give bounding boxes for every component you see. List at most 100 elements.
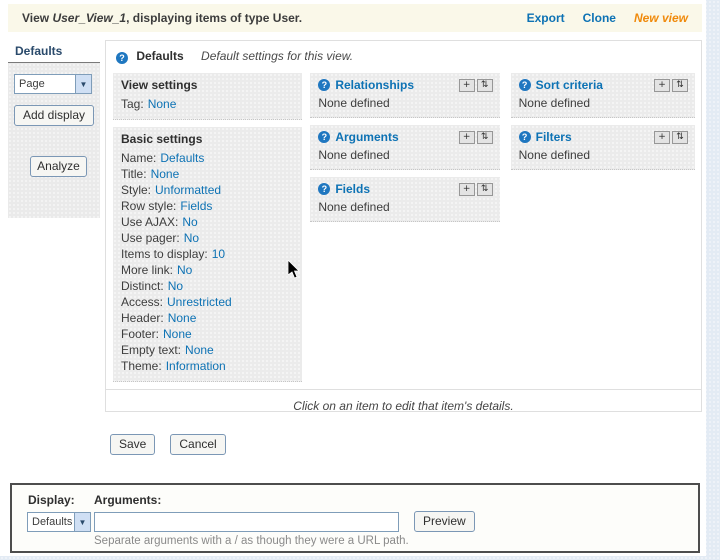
display-header-subtitle: Default settings for this view. xyxy=(201,49,354,63)
setting-label: Access: xyxy=(121,295,164,309)
view-settings-rows: Tag: None xyxy=(121,96,295,112)
add-icon[interactable]: + xyxy=(458,130,475,144)
rearrange-icon[interactable]: ⇅ xyxy=(672,78,688,92)
setting-label: Theme: xyxy=(121,359,162,373)
setting-row: Items to display: 10 xyxy=(121,246,295,262)
setting-label: Footer: xyxy=(121,327,160,341)
setting-label: Use pager: xyxy=(121,231,180,245)
analyze-button[interactable]: Analyze xyxy=(30,156,87,177)
setting-label: Use AJAX: xyxy=(121,215,179,229)
help-icon[interactable]: ? xyxy=(318,131,331,143)
sort-criteria-panel: ? Sort criteria + ⇅ None defined xyxy=(510,73,695,118)
sort-criteria-content: None defined xyxy=(518,96,591,110)
display-settings-box: ? Defaults Default settings for this vie… xyxy=(105,40,702,413)
setting-value-link[interactable]: No xyxy=(168,279,183,293)
filters-link[interactable]: Filters xyxy=(536,130,572,144)
setting-label: Row style: xyxy=(121,199,177,213)
setting-value-link[interactable]: Unrestricted xyxy=(167,295,232,309)
setting-value-link[interactable]: Unformatted xyxy=(155,183,221,197)
setting-value-link[interactable]: 10 xyxy=(212,247,225,261)
view-title: View User_View_1, displaying items of ty… xyxy=(22,11,302,25)
sidebar-panel: Page ▼ Add display Analyze xyxy=(8,63,100,218)
display-header-title: Defaults xyxy=(136,49,184,63)
setting-value-link[interactable]: None xyxy=(185,343,214,357)
add-display-button[interactable]: Add display xyxy=(14,105,94,126)
chevron-down-icon: ▼ xyxy=(74,513,90,531)
setting-row: Distinct: No xyxy=(121,278,295,294)
clone-link[interactable]: Clone xyxy=(583,11,616,25)
new-view-link[interactable]: New view xyxy=(634,11,688,25)
setting-row: Access: Unrestricted xyxy=(121,294,295,310)
basic-settings-panel: Basic settings Name: Defaults Title: None … xyxy=(113,127,303,382)
add-icon[interactable]: + xyxy=(654,78,670,92)
setting-value-link[interactable]: No xyxy=(182,215,197,229)
add-icon[interactable]: + xyxy=(458,78,475,92)
preview-display-select[interactable]: Defaults ▼ xyxy=(27,512,91,532)
sort-criteria-title-row: ? Sort criteria + ⇅ xyxy=(518,78,688,92)
setting-label: Items to display: xyxy=(121,247,208,261)
setting-row: Footer: None xyxy=(121,326,295,342)
save-button[interactable]: Save xyxy=(110,434,156,455)
filters-title-row: ? Filters + ⇅ xyxy=(518,130,688,144)
setting-value-link[interactable]: None xyxy=(163,327,192,341)
help-icon[interactable]: ? xyxy=(318,183,331,195)
setting-row: More link: No xyxy=(121,262,295,278)
setting-label: Title: xyxy=(121,167,147,181)
help-icon[interactable]: ? xyxy=(518,79,531,91)
setting-value-link[interactable]: No xyxy=(184,231,199,245)
fields-title-row: ? Fields + ⇅ xyxy=(318,182,493,196)
rearrange-icon[interactable]: ⇅ xyxy=(672,130,688,144)
setting-value-link[interactable]: None xyxy=(148,97,177,111)
export-link[interactable]: Export xyxy=(527,11,565,25)
arguments-help-text: Separate arguments with a / as though th… xyxy=(94,535,409,547)
setting-value-link[interactable]: Fields xyxy=(180,199,212,213)
settings-column-1: View settings Tag: None Basic settings Na… xyxy=(113,73,303,389)
tab-defaults[interactable]: Defaults xyxy=(8,40,100,63)
view-title-suffix: , displaying items of type User. xyxy=(126,11,303,25)
setting-row: Title: None xyxy=(121,166,295,182)
filters-buttons: + ⇅ xyxy=(654,130,688,144)
topbar-links: Export Clone New view xyxy=(527,11,688,25)
preview-form: Display: Arguments: Defaults ▼ Preview S… xyxy=(10,483,700,553)
setting-label: Empty text: xyxy=(121,343,182,357)
display-sidebar: Defaults Page ▼ Add display Analyze xyxy=(8,40,100,218)
display-header: ? Defaults Default settings for this vie… xyxy=(106,41,701,73)
filters-panel: ? Filters + ⇅ None defined xyxy=(510,125,695,170)
rearrange-icon[interactable]: ⇅ xyxy=(476,78,493,92)
help-icon[interactable]: ? xyxy=(518,131,531,143)
rearrange-icon[interactable]: ⇅ xyxy=(476,130,493,144)
setting-value-link[interactable]: Defaults xyxy=(160,151,204,165)
preview-button[interactable]: Preview xyxy=(414,511,475,532)
view-info-bar: View User_View_1, displaying items of ty… xyxy=(8,4,702,32)
display-type-select[interactable]: Page ▼ xyxy=(14,74,92,94)
setting-row: Tag: None xyxy=(121,96,295,112)
display-label: Display: xyxy=(28,493,75,507)
edit-hint-note: Click on an item to edit that item's det… xyxy=(106,389,701,423)
cancel-button[interactable]: Cancel xyxy=(170,434,226,455)
sort-criteria-link[interactable]: Sort criteria xyxy=(536,78,603,92)
arguments-link[interactable]: Arguments xyxy=(335,130,398,144)
view-settings-panel: View settings Tag: None xyxy=(113,73,303,120)
setting-value-link[interactable]: None xyxy=(168,311,197,325)
setting-label: Style: xyxy=(121,183,152,197)
setting-row: Theme: Information xyxy=(121,358,295,374)
preview-display-select-value: Defaults xyxy=(32,516,73,528)
arguments-input[interactable] xyxy=(94,512,399,532)
rearrange-icon[interactable]: ⇅ xyxy=(476,182,493,196)
setting-value-link[interactable]: No xyxy=(177,263,192,277)
help-icon[interactable]: ? xyxy=(318,79,331,91)
add-icon[interactable]: + xyxy=(458,182,475,196)
setting-row: Row style: Fields xyxy=(121,198,295,214)
setting-label: Distinct: xyxy=(121,279,164,293)
arguments-label: Arguments: xyxy=(94,493,162,507)
relationships-panel: ? Relationships + ⇅ None defined xyxy=(310,73,500,118)
fields-link[interactable]: Fields xyxy=(335,182,370,196)
relationships-link[interactable]: Relationships xyxy=(335,78,414,92)
setting-label: Header: xyxy=(121,311,164,325)
setting-value-link[interactable]: None xyxy=(151,167,180,181)
display-type-select-value: Page xyxy=(19,78,45,90)
setting-value-link[interactable]: Information xyxy=(166,359,226,373)
relationships-content: None defined xyxy=(318,96,390,110)
add-icon[interactable]: + xyxy=(654,130,670,144)
help-icon[interactable]: ? xyxy=(116,52,128,64)
